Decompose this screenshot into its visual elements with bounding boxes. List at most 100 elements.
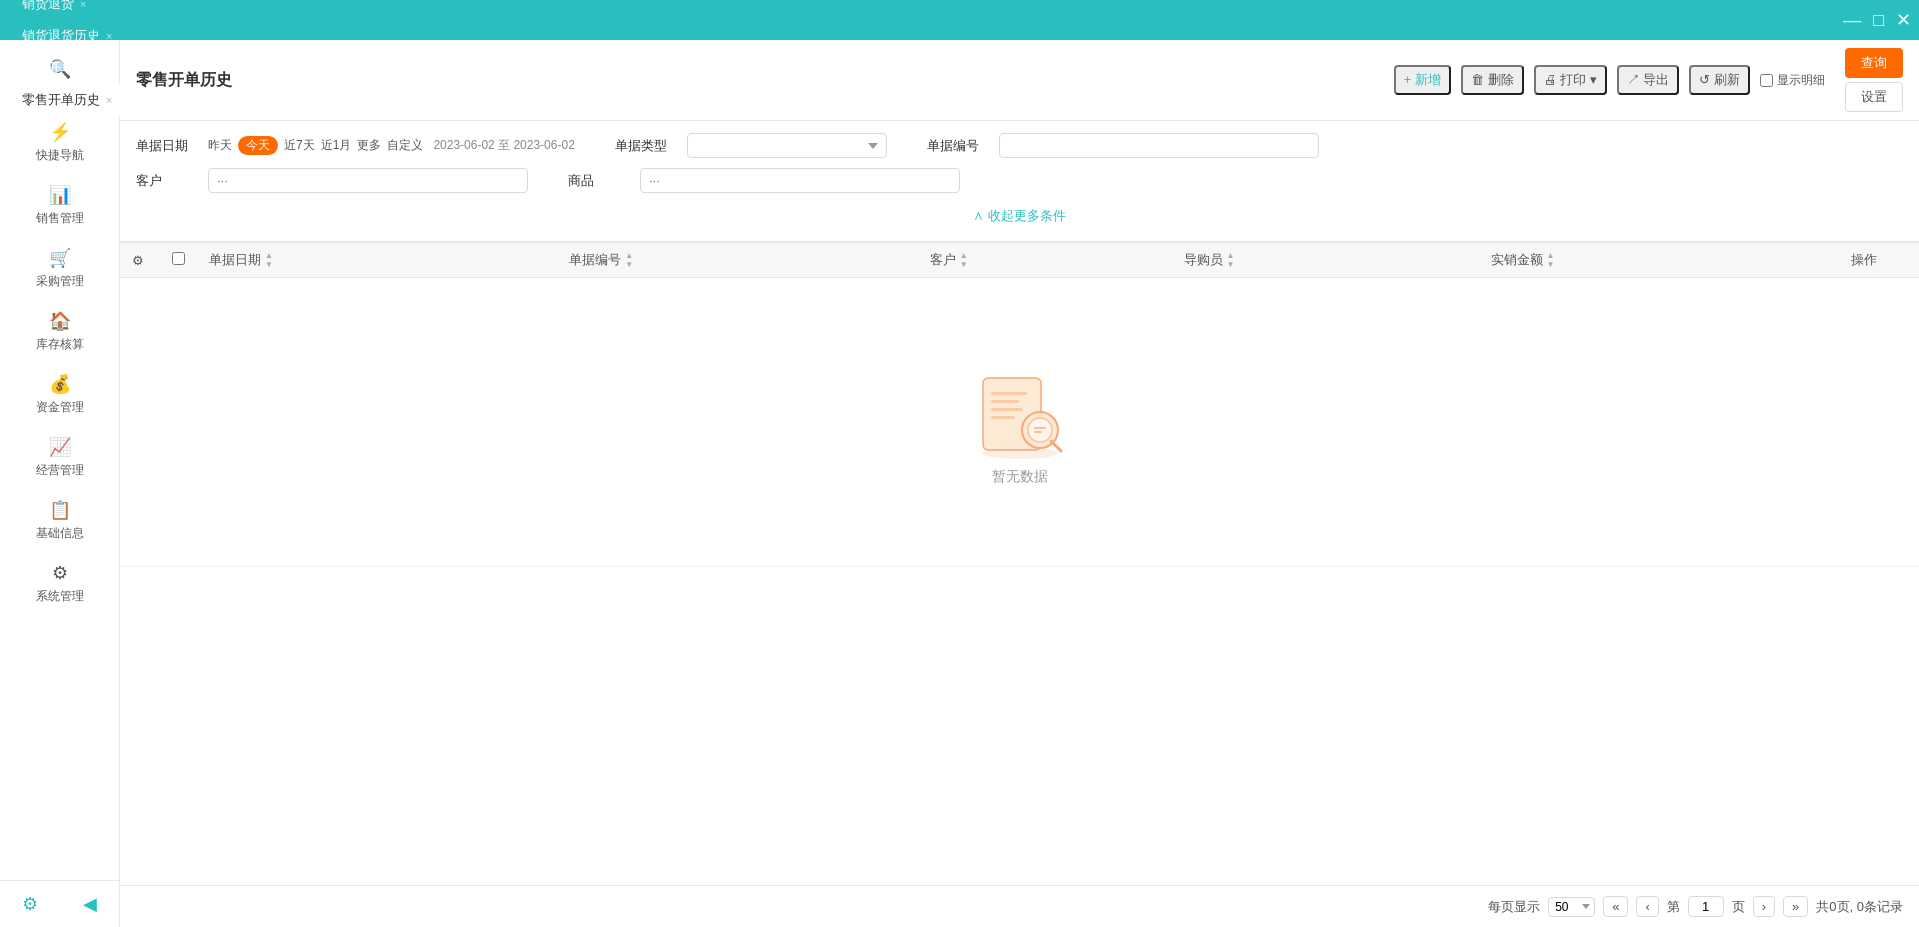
date-sort[interactable]: 单据日期 ▲▼	[209, 251, 545, 269]
maximize-button[interactable]: □	[1873, 10, 1884, 31]
sales-icon: 📊	[49, 184, 71, 206]
delete-button[interactable]: 🗑 删除	[1461, 65, 1524, 95]
type-select[interactable]	[687, 133, 887, 158]
date-shortcuts: 昨天 今天 近7天 近1月 更多 自定义 2023-06-02 至 2023-0…	[208, 136, 575, 155]
tab-close-3[interactable]: ×	[106, 30, 112, 42]
collapse-more-label: ∧ 收起更多条件	[973, 207, 1066, 225]
ops-column-header: 操作	[1839, 243, 1919, 278]
main-content: 零售开单历史 + 新增 🗑 删除 🖨 打印 ▾ ↗ 导出 ↺ 刷新 显示明细 查…	[120, 40, 1919, 927]
tab-零售开单[interactable]: 零售开单×	[8, 52, 126, 84]
customer-sort[interactable]: 客户 ▲▼	[930, 251, 1160, 269]
tab-close-2[interactable]: ×	[80, 0, 86, 10]
tab-零售开单历史[interactable]: 零售开单历史 ×	[8, 84, 126, 116]
close-window-button[interactable]: ✕	[1896, 9, 1911, 31]
toolbar: 零售开单历史 + 新增 🗑 删除 🖨 打印 ▾ ↗ 导出 ↺ 刷新 显示明细 查…	[120, 40, 1919, 121]
page-number-input[interactable]	[1688, 896, 1724, 917]
sidebar-label-quicknav: 快捷导航	[36, 147, 84, 164]
number-column-header: 单据编号 ▲▼	[557, 243, 917, 278]
print-button[interactable]: 🖨 打印 ▾	[1534, 65, 1607, 95]
system-icon: ⚙	[52, 562, 68, 584]
toolbar-right: + 新增 🗑 删除 🖨 打印 ▾ ↗ 导出 ↺ 刷新 显示明细	[1394, 65, 1825, 95]
sidebar-label-system: 系统管理	[36, 588, 84, 605]
show-detail-label: 显示明细	[1777, 72, 1825, 89]
number-input[interactable]	[999, 133, 1319, 158]
sidebar-item-sales[interactable]: 📊 销售管理	[36, 174, 84, 237]
next-page-button[interactable]: ›	[1753, 896, 1775, 917]
date-shortcut-more[interactable]: 更多	[357, 137, 381, 154]
page-size-label: 每页显示	[1488, 898, 1540, 916]
query-setting-group: 查询 设置	[1845, 48, 1903, 112]
product-input[interactable]	[640, 168, 960, 193]
total-info: 共0页, 0条记录	[1816, 898, 1903, 916]
show-detail-checkbox[interactable]: 显示明细	[1760, 72, 1825, 89]
date-shortcut-yesterday[interactable]: 昨天	[208, 137, 232, 154]
guide-sort[interactable]: 导购员 ▲▼	[1184, 251, 1467, 269]
date-shortcut-today[interactable]: 今天	[238, 136, 278, 155]
number-label: 单据编号	[927, 137, 983, 155]
finance-icon: 💰	[49, 373, 71, 395]
filter-row-1: 单据日期 昨天 今天 近7天 近1月 更多 自定义 2023-06-02 至 2…	[136, 133, 1903, 158]
svg-rect-5	[991, 408, 1023, 411]
date-shortcut-custom[interactable]: 自定义	[387, 137, 423, 154]
sidebar-items: 🔍搜索采单⚡快捷导航📊销售管理🛒采购管理🏠库存核算💰资金管理📈经营管理📋基础信息…	[36, 48, 84, 615]
sidebar-item-purchase[interactable]: 🛒采购管理	[36, 237, 84, 300]
number-sort[interactable]: 单据编号 ▲▼	[569, 251, 905, 269]
tab-close-4[interactable]: ×	[80, 62, 86, 74]
page-unit: 页	[1732, 898, 1745, 916]
empty-illustration	[965, 358, 1075, 468]
table-body: 暂无数据	[120, 278, 1919, 567]
date-shortcut-7days[interactable]: 近7天	[284, 137, 315, 154]
amount-column-header: 实销金额 ▲▼	[1479, 243, 1839, 278]
first-page-button[interactable]: «	[1603, 896, 1628, 917]
svg-rect-11	[1034, 431, 1042, 433]
sidebar-collapse-button[interactable]: ◀	[83, 893, 97, 915]
top-nav: 首页销售订单×销货退货×销货退货历史×零售开单×零售开单历史× — □ ✕	[0, 0, 1919, 40]
product-label: 商品	[568, 172, 624, 190]
export-button[interactable]: ↗ 导出	[1617, 65, 1680, 95]
sidebar-settings-button[interactable]: ⚙	[22, 893, 38, 915]
check-column-header[interactable]	[160, 243, 197, 278]
page-label: 第	[1667, 898, 1680, 916]
minimize-button[interactable]: —	[1843, 10, 1861, 31]
select-all-checkbox[interactable]	[172, 252, 185, 265]
empty-text: 暂无数据	[992, 468, 1048, 486]
sidebar-item-system[interactable]: ⚙ 系统管理	[36, 552, 84, 615]
refresh-button[interactable]: ↺ 刷新	[1689, 65, 1750, 95]
tab-label-5: 零售开单历史	[22, 91, 100, 109]
setting-button[interactable]: 设置	[1845, 82, 1903, 112]
filter-area: 单据日期 昨天 今天 近7天 近1月 更多 自定义 2023-06-02 至 2…	[120, 121, 1919, 242]
tab-container: 首页销售订单×销货退货×销货退货历史×零售开单×零售开单历史×	[8, 0, 126, 116]
sidebar-item-finance[interactable]: 💰 资金管理	[36, 363, 84, 426]
table-area: ⚙ 单据日期 ▲▼ 单据编号	[120, 242, 1919, 885]
last-page-button[interactable]: »	[1783, 896, 1808, 917]
query-button[interactable]: 查询	[1845, 48, 1903, 78]
collapse-more-button[interactable]: ∧ 收起更多条件	[136, 203, 1903, 229]
sidebar-item-operation[interactable]: 📈经营管理	[36, 426, 84, 489]
type-label: 单据类型	[615, 137, 671, 155]
date-shortcut-1month[interactable]: 近1月	[321, 137, 352, 154]
svg-rect-3	[991, 392, 1027, 395]
amount-sort[interactable]: 实销金额 ▲▼	[1491, 251, 1827, 269]
gear-column-header[interactable]: ⚙	[120, 243, 160, 278]
tab-销货退货[interactable]: 销货退货×	[8, 0, 126, 20]
show-detail-input[interactable]	[1760, 74, 1773, 87]
sidebar-item-inventory[interactable]: 🏠库存核算	[36, 300, 84, 363]
quicknav-icon: ⚡	[49, 121, 71, 143]
sidebar-label-finance: 资金管理	[36, 399, 84, 416]
add-button[interactable]: + 新增	[1394, 65, 1451, 95]
svg-line-9	[1051, 441, 1061, 451]
customer-input[interactable]	[208, 168, 528, 193]
date-label: 单据日期	[136, 137, 192, 155]
sidebar-item-basic[interactable]: 📋基础信息	[36, 489, 84, 552]
svg-rect-10	[1034, 427, 1046, 429]
empty-row: 暂无数据	[120, 278, 1919, 567]
tab-销货退货历史[interactable]: 销货退货历史 ×	[8, 20, 126, 52]
svg-rect-4	[991, 400, 1019, 403]
tab-label-3: 销货退货历史	[22, 27, 100, 45]
sidebar-item-quicknav[interactable]: ⚡ 快捷导航	[36, 111, 84, 174]
page-size-select[interactable]: 50 20 100 200	[1548, 897, 1595, 917]
sidebar-label-basic: 基础信息	[36, 525, 84, 542]
sidebar-label-sales: 销售管理	[36, 210, 84, 227]
tab-close-5[interactable]: ×	[106, 94, 112, 106]
prev-page-button[interactable]: ‹	[1636, 896, 1658, 917]
